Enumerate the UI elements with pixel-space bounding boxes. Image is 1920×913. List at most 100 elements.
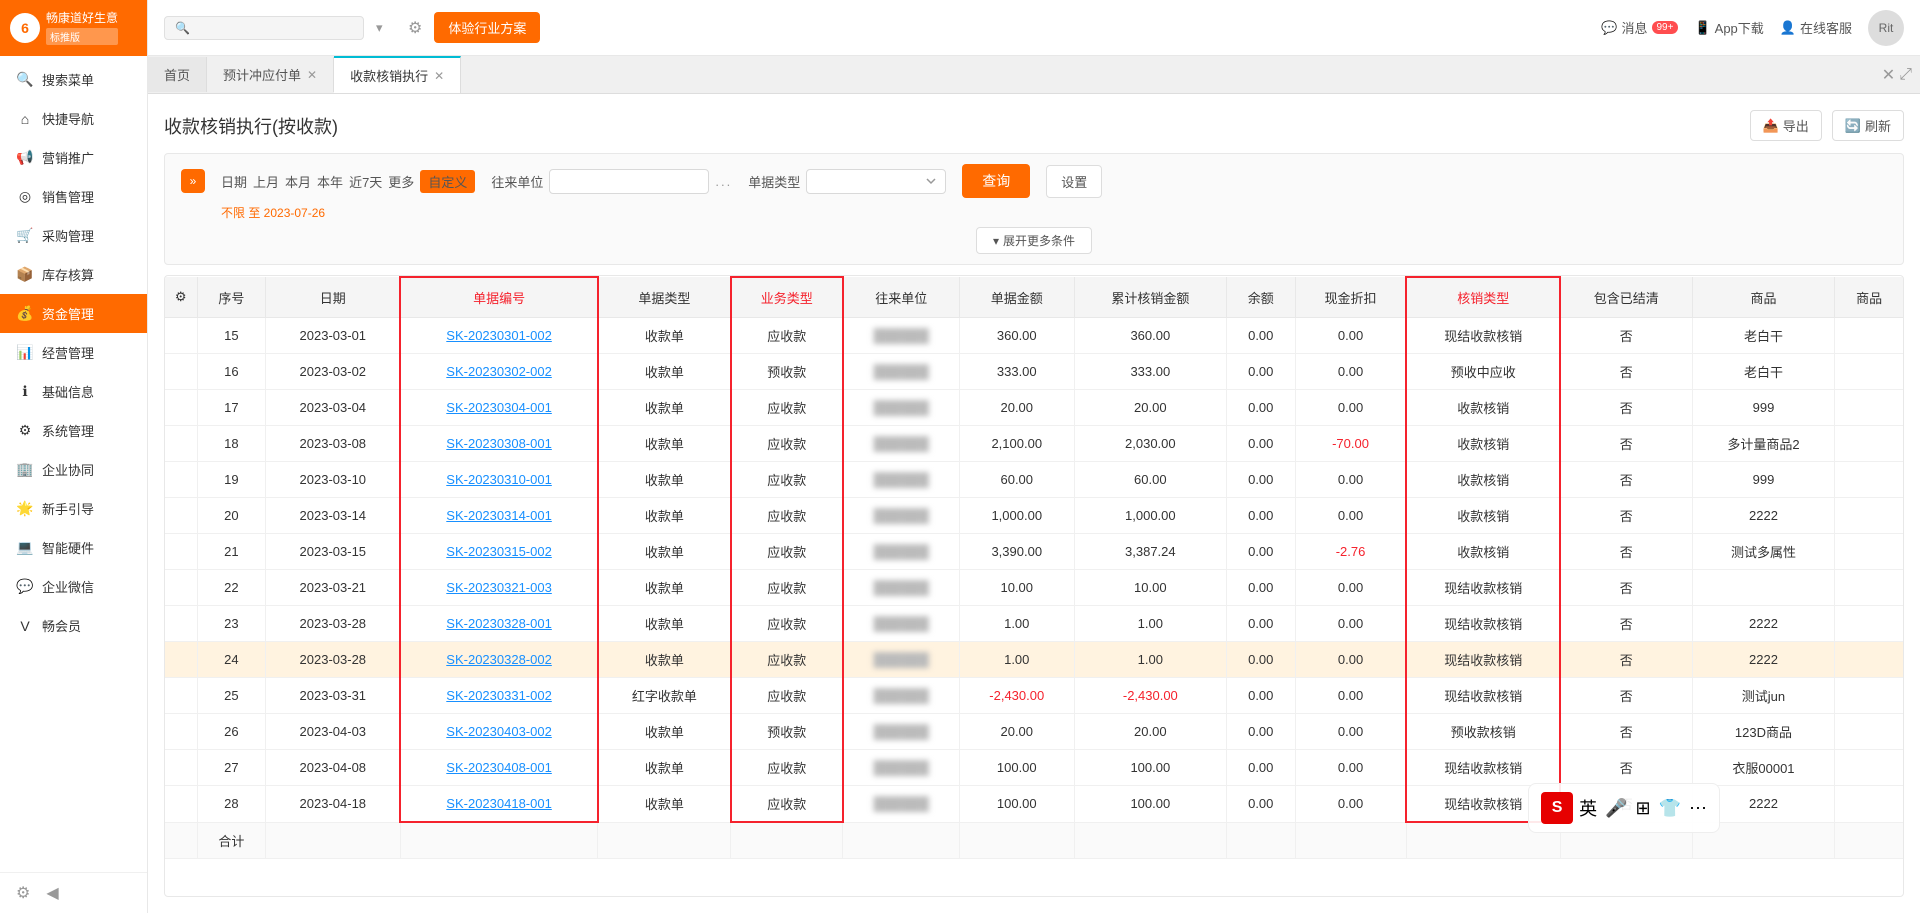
sidebar-item-hardware[interactable]: 💻智能硬件 [0, 528, 147, 567]
td-doc_no: SK-20230328-002 [400, 642, 598, 678]
sidebar-item-purchase[interactable]: 🛒采购管理 [0, 216, 147, 255]
sidebar-item-newbie[interactable]: 🌟新手引导 [0, 489, 147, 528]
watermark-grid-icon[interactable]: ⊞ [1635, 798, 1650, 819]
td-index: 27 [197, 750, 266, 786]
export-button[interactable]: 📤 导出 [1750, 110, 1822, 141]
td-amount: 60.00 [959, 462, 1074, 498]
sidebar-item-wechat[interactable]: 💬企业微信 [0, 567, 147, 606]
tab-close-receipts[interactable]: ✕ [434, 69, 444, 83]
doc-no-link[interactable]: SK-20230418-001 [446, 796, 552, 811]
td-doc_no: SK-20230321-003 [400, 570, 598, 606]
export-label: 导出 [1783, 116, 1809, 135]
doc-no-link[interactable]: SK-20230315-002 [446, 544, 552, 559]
sidebar-item-shortcut[interactable]: ⌂快捷导航 [0, 99, 147, 138]
watermark-overlay: S 英 🎤 ⊞ 👕 ⋯ [1528, 783, 1720, 833]
footer-cell-14 [1835, 822, 1903, 858]
td-write_off: 333.00 [1074, 354, 1226, 390]
watermark-more-icon[interactable]: ⋯ [1689, 798, 1707, 819]
sidebar-item-marketing[interactable]: 📢营销推广 [0, 138, 147, 177]
sidebar-item-member[interactable]: V畅会员 [0, 606, 147, 645]
tab-payables[interactable]: 预计冲应付单✕ [207, 57, 334, 92]
search-input[interactable] [196, 21, 353, 35]
user-avatar[interactable]: Rit [1868, 10, 1904, 46]
partner-input[interactable] [549, 169, 709, 194]
doc-no-link[interactable]: SK-20230331-002 [446, 688, 552, 703]
message-action[interactable]: 💬 消息 99+ [1601, 18, 1678, 37]
td-index: 20 [197, 498, 266, 534]
sidebar-item-system[interactable]: ⚙系统管理 [0, 411, 147, 450]
query-button[interactable]: 查询 [962, 164, 1030, 198]
sidebar-bottom: ⚙ ◀ [0, 872, 147, 913]
watermark-shirt-icon[interactable]: 👕 [1659, 798, 1681, 819]
blurred-text: ██████ [874, 400, 929, 415]
doc-no-link[interactable]: SK-20230403-002 [446, 724, 552, 739]
td-partner: ██████ [843, 606, 959, 642]
sidebar-item-corp[interactable]: 🏢企业协同 [0, 450, 147, 489]
sidebar-icon-basic: ℹ [16, 383, 34, 401]
td-partner: ██████ [843, 642, 959, 678]
doc-no-link[interactable]: SK-20230302-002 [446, 364, 552, 379]
td-product2 [1835, 462, 1903, 498]
settings-icon[interactable]: ⚙ [408, 18, 422, 38]
td-balance: 0.00 [1226, 534, 1295, 570]
sidebar-item-basic[interactable]: ℹ基础信息 [0, 372, 147, 411]
sidebar-label-sales: 销售管理 [42, 187, 94, 206]
tab-receipts[interactable]: 收款核销执行✕ [334, 56, 461, 93]
doc-no-link[interactable]: SK-20230314-001 [446, 508, 552, 523]
doc-no-link[interactable]: SK-20230328-002 [446, 652, 552, 667]
td-cancel_type: 收款核销 [1406, 462, 1560, 498]
doctype-label: 单据类型 [748, 172, 800, 191]
sidebar-gear-icon[interactable]: ⚙ [16, 883, 30, 903]
expand-more-button[interactable]: ▾ 展开更多条件 [976, 227, 1092, 254]
td-biz_type: 应收款 [731, 642, 843, 678]
doc-no-link[interactable]: SK-20230321-003 [446, 580, 552, 595]
watermark-text-icon[interactable]: 英 [1579, 795, 1597, 821]
refresh-button[interactable]: 🔄 刷新 [1832, 110, 1904, 141]
sidebar-icon-search: 🔍 [16, 71, 34, 89]
doc-no-link[interactable]: SK-20230304-001 [446, 400, 552, 415]
date-label: 日期 [221, 172, 247, 191]
dots-icon[interactable]: ... [715, 174, 732, 189]
solution-button[interactable]: 体验行业方案 [434, 12, 540, 43]
tab-maximize-icon[interactable]: ⤢ [1899, 66, 1912, 84]
sidebar-item-sales[interactable]: ◎销售管理 [0, 177, 147, 216]
doc-no-link[interactable]: SK-20230408-001 [446, 760, 552, 775]
gear-icon[interactable]: ⚙ [175, 289, 187, 304]
filter-settings-button[interactable]: 设置 [1046, 165, 1102, 198]
td-doc_type: 收款单 [598, 642, 731, 678]
td-date: 2023-03-28 [266, 606, 400, 642]
app-download-action[interactable]: 📱 App下载 [1694, 18, 1763, 37]
sidebar-item-finance[interactable]: 💰资金管理 [0, 294, 147, 333]
tab-close-payables[interactable]: ✕ [307, 68, 317, 82]
td-product2 [1835, 426, 1903, 462]
doc-no-link[interactable]: SK-20230310-001 [446, 472, 552, 487]
doctype-select[interactable] [806, 169, 946, 194]
td-discount: 0.00 [1295, 462, 1406, 498]
sidebar-item-inventory[interactable]: 📦库存核算 [0, 255, 147, 294]
th-cancel_type: 核销类型 [1406, 277, 1560, 318]
filter-expand-button[interactable]: » [181, 169, 205, 193]
doc-no-link[interactable]: SK-20230301-002 [446, 328, 552, 343]
sidebar-item-operations[interactable]: 📊经营管理 [0, 333, 147, 372]
date-option-上月[interactable]: 上月 [253, 172, 279, 191]
service-action[interactable]: 👤 在线客服 [1780, 18, 1852, 37]
date-option-本月[interactable]: 本月 [285, 172, 311, 191]
date-option-本年[interactable]: 本年 [317, 172, 343, 191]
page-header: 收款核销执行(按收款) 📤 导出 🔄 刷新 [164, 110, 1904, 141]
tab-home[interactable]: 首页 [148, 57, 207, 92]
doc-no-link[interactable]: SK-20230328-001 [446, 616, 552, 631]
doc-no-link[interactable]: SK-20230308-001 [446, 436, 552, 451]
sidebar-icon-hardware: 💻 [16, 539, 34, 557]
date-custom-button[interactable]: 自定义 [420, 170, 475, 193]
td-biz_type: 预收款 [731, 714, 843, 750]
topbar-search-container[interactable]: 🔍 [164, 16, 364, 40]
date-option-更多[interactable]: 更多 [388, 172, 414, 191]
dropdown-icon[interactable]: ▾ [376, 20, 396, 36]
tab-close-icon[interactable]: ✕ [1882, 65, 1895, 85]
sidebar-collapse-icon[interactable]: ◀ [46, 883, 58, 903]
sidebar-item-search[interactable]: 🔍搜索菜单 [0, 60, 147, 99]
td-cancel_type: 现结收款核销 [1406, 750, 1560, 786]
watermark-mic-icon[interactable]: 🎤 [1605, 798, 1627, 819]
message-icon: 💬 [1601, 20, 1617, 36]
date-option-近7天[interactable]: 近7天 [349, 172, 382, 191]
